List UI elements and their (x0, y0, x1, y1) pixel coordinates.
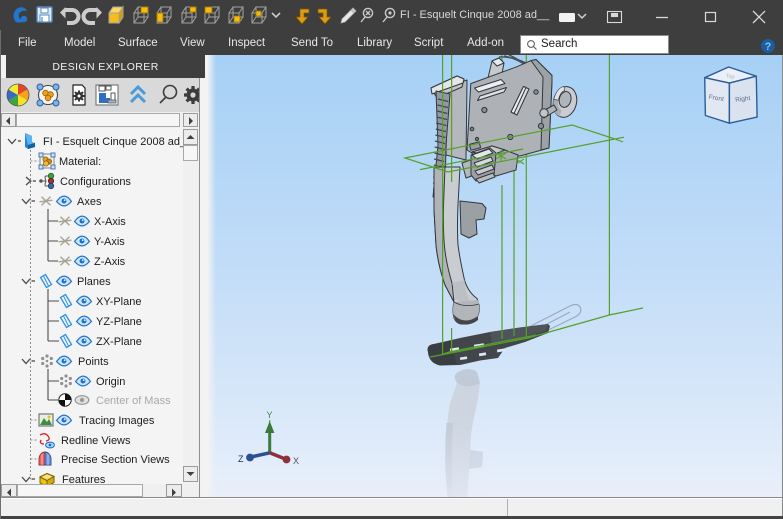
svg-text:FI - Esquelt Cinque 2008 ad_p: FI - Esquelt Cinque 2008 ad_p (43, 136, 183, 148)
svg-text:Precise Section Views: Precise Section Views (61, 454, 170, 466)
svg-text:ZX-Plane: ZX-Plane (96, 336, 142, 348)
svg-text:Tracing Images: Tracing Images (79, 415, 155, 427)
svg-text:Axes: Axes (77, 196, 102, 208)
svg-text:Y-Axis: Y-Axis (94, 236, 125, 248)
svg-text:Configurations: Configurations (60, 176, 131, 188)
svg-text:Material:: Material: (59, 156, 101, 168)
svg-text:?: ? (765, 41, 772, 53)
svg-text:Points: Points (78, 356, 109, 368)
svg-text:Origin: Origin (96, 376, 125, 388)
svg-text:Redline Views: Redline Views (61, 435, 131, 447)
svg-text:Top: Top (725, 73, 735, 80)
svg-text:Z-Axis: Z-Axis (94, 256, 126, 268)
svg-text:Y: Y (267, 410, 273, 420)
svg-text:YZ-Plane: YZ-Plane (96, 316, 142, 328)
svg-text:X-Axis: X-Axis (94, 216, 126, 228)
svg-text:Z: Z (238, 454, 244, 464)
svg-text:Planes: Planes (77, 276, 111, 288)
svg-text:Features: Features (62, 474, 106, 484)
svg-text:Center of Mass: Center of Mass (96, 395, 171, 407)
svg-text:XY-Plane: XY-Plane (96, 296, 141, 308)
svg-text:X: X (293, 456, 299, 466)
